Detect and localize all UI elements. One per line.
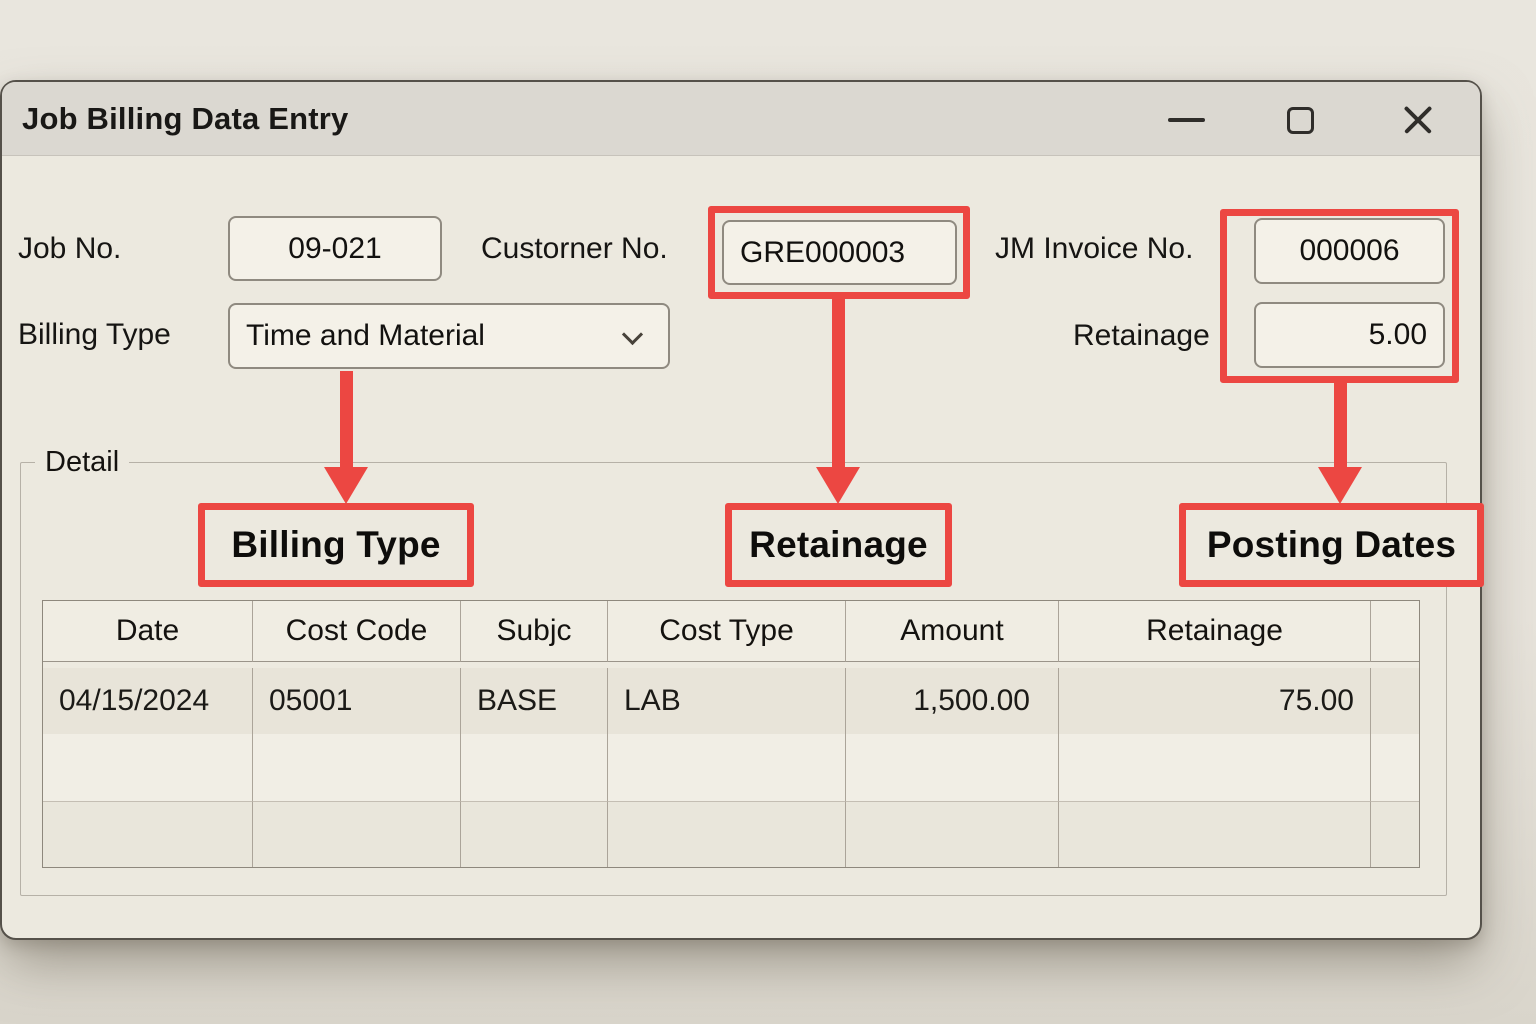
minimize-button[interactable] xyxy=(1162,100,1210,140)
column-header-cost-type: Cost Type xyxy=(608,601,846,662)
retainage-label: Retainage xyxy=(1073,319,1210,352)
close-icon xyxy=(1401,103,1435,137)
arrow-billing-type-head xyxy=(324,467,368,504)
cell-empty[interactable] xyxy=(846,734,1059,801)
desktop-background: { "window": { "title": "Job Billing Data… xyxy=(0,0,1536,1024)
arrow-posting-dates-shaft xyxy=(1334,383,1347,470)
annotation-posting-dates: Posting Dates xyxy=(1179,503,1484,587)
cell-subjc[interactable]: BASE xyxy=(461,668,608,734)
column-header-date: Date xyxy=(43,601,253,662)
cell-empty[interactable] xyxy=(253,801,461,867)
cell-date[interactable]: 04/15/2024 xyxy=(43,668,253,734)
cell-empty[interactable] xyxy=(1059,801,1371,867)
table-row: 04/15/2024 05001 BASE LAB 1,500.00 75.00 xyxy=(43,668,1419,734)
cell-cost-type[interactable]: LAB xyxy=(608,668,846,734)
cell-empty[interactable] xyxy=(461,801,608,867)
retainage-input[interactable] xyxy=(1254,302,1445,368)
arrow-retainage-shaft xyxy=(832,298,845,470)
cell-amount[interactable]: 1,500.00 xyxy=(846,668,1059,734)
cell-spacer[interactable] xyxy=(1371,668,1419,734)
cell-empty[interactable] xyxy=(43,734,253,801)
window-title: Job Billing Data Entry xyxy=(22,101,349,136)
annotation-billing-type: Billing Type xyxy=(198,503,474,587)
maximize-button[interactable] xyxy=(1276,100,1324,140)
cell-empty[interactable] xyxy=(43,801,253,867)
column-header-cost-code: Cost Code xyxy=(253,601,461,662)
billing-type-label: Billing Type xyxy=(18,318,171,351)
cell-empty[interactable] xyxy=(1371,801,1419,867)
table-row-empty xyxy=(43,734,1419,801)
minimize-icon xyxy=(1167,118,1205,122)
annotation-retainage: Retainage xyxy=(725,503,952,587)
job-no-label: Job No. xyxy=(18,232,122,265)
jm-invoice-no-input[interactable] xyxy=(1254,218,1445,284)
arrow-billing-type-shaft xyxy=(340,371,353,470)
arrow-posting-dates-head xyxy=(1318,467,1362,504)
table-header-row: Date Cost Code Subjc Cost Type Amount Re… xyxy=(43,601,1419,662)
cell-empty[interactable] xyxy=(846,801,1059,867)
customer-no-label: Custorner No. xyxy=(481,232,668,265)
detail-legend: Detail xyxy=(45,446,120,478)
billing-type-value: Time and Material xyxy=(246,319,485,352)
job-no-input[interactable] xyxy=(228,216,442,281)
job-billing-window: Job Billing Data Entry Job No. Custorner… xyxy=(0,80,1484,940)
cell-cost-code[interactable]: 05001 xyxy=(253,668,461,734)
cell-empty[interactable] xyxy=(608,801,846,867)
column-header-amount: Amount xyxy=(846,601,1059,662)
cell-empty[interactable] xyxy=(461,734,608,801)
titlebar: Job Billing Data Entry xyxy=(2,82,1480,156)
table-row-empty xyxy=(43,801,1419,867)
column-header-spacer xyxy=(1371,601,1419,662)
arrow-retainage-head xyxy=(816,467,860,504)
customer-no-input[interactable] xyxy=(722,220,957,285)
maximize-icon xyxy=(1286,106,1314,134)
cell-empty[interactable] xyxy=(1059,734,1371,801)
close-button[interactable] xyxy=(1394,100,1442,140)
cell-empty[interactable] xyxy=(253,734,461,801)
cell-empty[interactable] xyxy=(1371,734,1419,801)
column-header-retainage: Retainage xyxy=(1059,601,1371,662)
column-header-subjc: Subjc xyxy=(461,601,608,662)
jm-invoice-no-label: JM Invoice No. xyxy=(995,232,1194,265)
cell-empty[interactable] xyxy=(608,734,846,801)
detail-table: Date Cost Code Subjc Cost Type Amount Re… xyxy=(42,600,1420,868)
cell-retainage[interactable]: 75.00 xyxy=(1059,668,1371,734)
billing-type-dropdown[interactable]: Time and Material xyxy=(228,303,670,369)
chevron-down-icon xyxy=(621,323,644,346)
